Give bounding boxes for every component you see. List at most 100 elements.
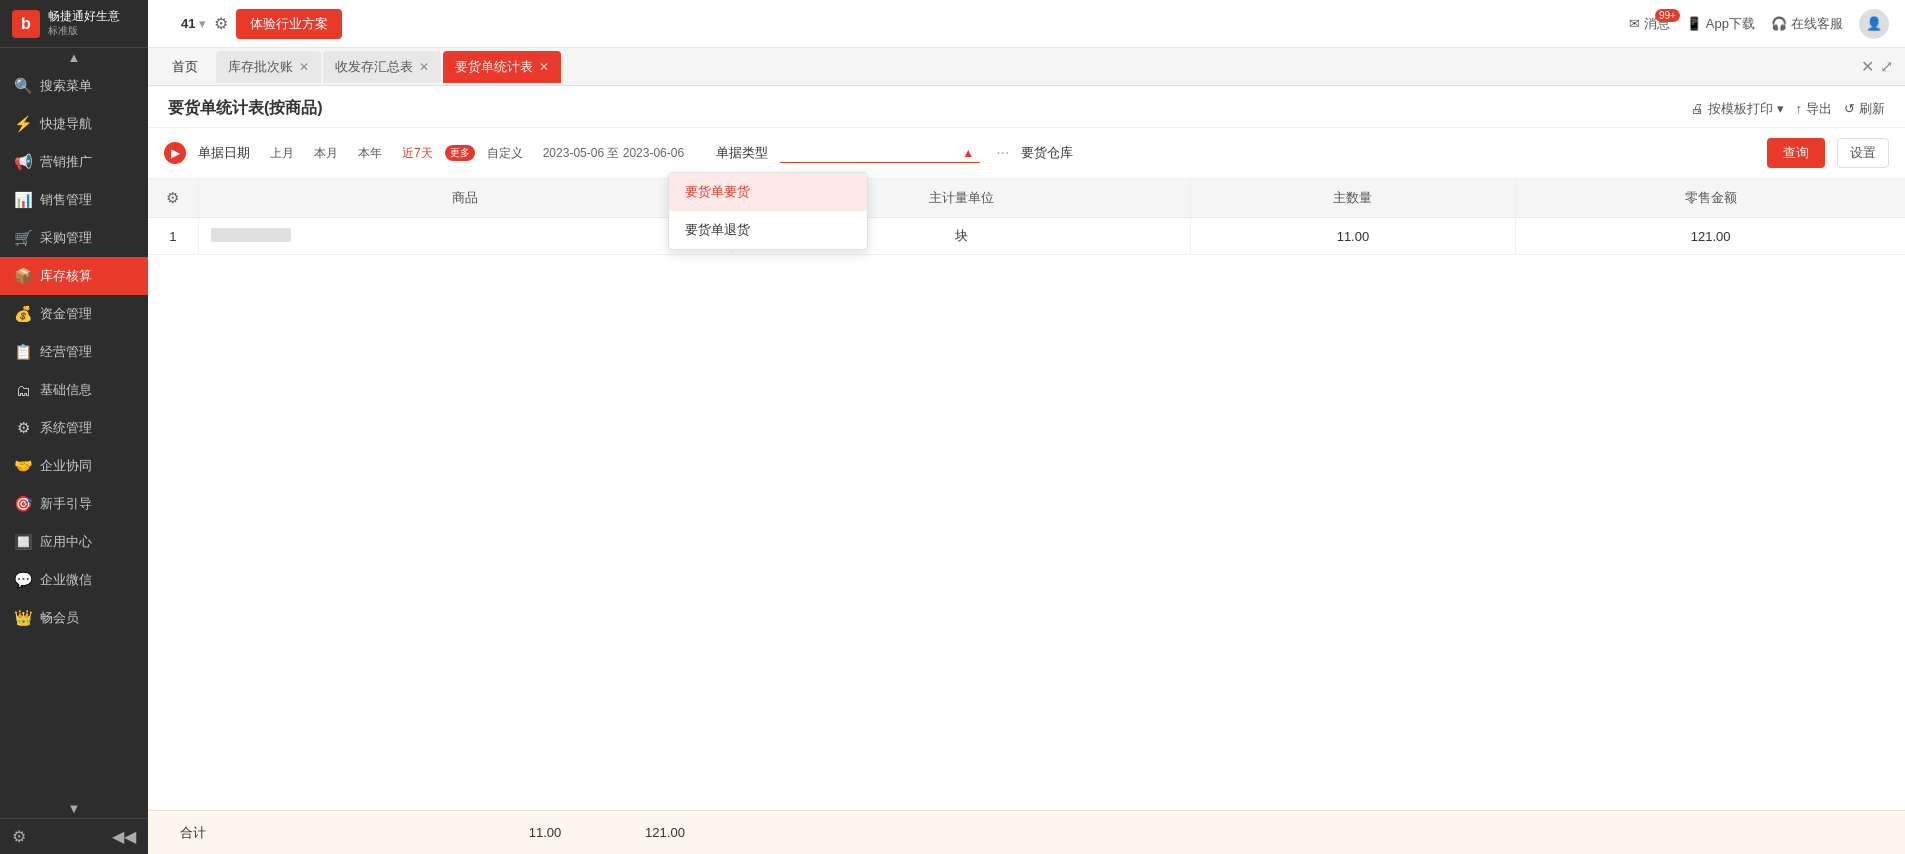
dropdown-item-order[interactable]: 要货单要货 [669, 173, 867, 211]
sidebar-item-marketing[interactable]: 📢 营销推广 [0, 143, 148, 181]
quick-nav-icon: ⚡ [14, 115, 32, 133]
tab-receive-summary[interactable]: 收发存汇总表 ✕ [323, 51, 441, 83]
type-filter-label: 单据类型 [716, 144, 768, 162]
tab-stock-batch-close-icon[interactable]: ✕ [299, 60, 309, 74]
store-selector[interactable]: 41 ▾ [164, 15, 206, 33]
filter-expand-icon: ▶ [171, 146, 180, 160]
table-wrapper: ⚙ 商品 主计量单位 主数量 零售金额 1 块 [148, 179, 1905, 810]
filter-bar: ▶ 单据日期 上月 本月 本年 近7天 更多 自定义 2023-05-06 至 … [148, 128, 1905, 179]
tab-order-stat[interactable]: 要货单统计表 ✕ [443, 51, 561, 83]
inventory-icon: 📦 [14, 267, 32, 285]
store-chevron-icon: ▾ [199, 16, 206, 31]
filter-more-icon[interactable]: ··· [996, 144, 1009, 162]
search-nav-icon: 🔍 [14, 77, 32, 95]
sidebar-item-finance[interactable]: 💰 资金管理 [0, 295, 148, 333]
filter-toggle-button[interactable]: ▶ [164, 142, 186, 164]
refresh-label: 刷新 [1859, 100, 1885, 118]
message-button[interactable]: ✉ 消息 99+ [1629, 15, 1670, 33]
date-btn-last-month[interactable]: 上月 [262, 142, 302, 165]
service-icon: 🎧 [1771, 16, 1787, 31]
dropdown-item-return[interactable]: 要货单退货 [669, 211, 867, 249]
date-btn-this-year[interactable]: 本年 [350, 142, 390, 165]
sidebar-item-purchase[interactable]: 🛒 采购管理 [0, 219, 148, 257]
app-download-button[interactable]: 📱 App下载 [1686, 15, 1755, 33]
sales-icon: 📊 [14, 191, 32, 209]
footer-qty: 11.00 [485, 825, 605, 840]
tab-stock-batch-label: 库存批次账 [228, 58, 293, 76]
cell-amount: 121.00 [1516, 218, 1905, 255]
tab-order-stat-close-icon[interactable]: ✕ [539, 60, 549, 74]
sidebar-item-wechat[interactable]: 💬 企业微信 [0, 561, 148, 599]
app-download-label: App下载 [1706, 15, 1755, 33]
sidebar-item-quick-nav[interactable]: ⚡ 快捷导航 [0, 105, 148, 143]
tab-home[interactable]: 首页 [160, 51, 210, 83]
service-button[interactable]: 🎧 在线客服 [1771, 15, 1843, 33]
app-download-icon: 📱 [1686, 16, 1702, 31]
window-close-icon[interactable]: ✕ [1861, 57, 1874, 76]
avatar-icon: 👤 [1866, 16, 1882, 31]
sidebar-item-sales[interactable]: 📊 销售管理 [0, 181, 148, 219]
cell-num: 1 [148, 218, 198, 255]
sidebar-item-label-wechat: 企业微信 [40, 571, 134, 589]
tab-stock-batch[interactable]: 库存批次账 ✕ [216, 51, 321, 83]
type-select-input[interactable] [786, 145, 962, 160]
service-label: 在线客服 [1791, 15, 1843, 33]
date-btn-this-month[interactable]: 本月 [306, 142, 346, 165]
collapse-icon[interactable]: ◀◀ [112, 827, 136, 846]
col-qty: 主数量 [1190, 179, 1516, 218]
sidebar-item-collab[interactable]: 🤝 企业协同 [0, 447, 148, 485]
date-btn-custom[interactable]: 自定义 [479, 142, 531, 165]
refresh-button[interactable]: ↺ 刷新 [1844, 100, 1885, 118]
tab-home-label: 首页 [172, 58, 198, 76]
date-btn-7days[interactable]: 近7天 [394, 142, 441, 165]
topbar-gear-icon[interactable]: ⚙ [214, 14, 228, 33]
setting-button[interactable]: 设置 [1837, 138, 1889, 168]
user-avatar[interactable]: 👤 [1859, 9, 1889, 39]
sidebar: b 畅捷通好生意 标准版 ▲ 🔍 搜索菜单 ⚡ 快捷导航 📢 营销推广 📊 销售… [0, 0, 148, 854]
sidebar-item-basic[interactable]: 🗂 基础信息 [0, 371, 148, 409]
basic-icon: 🗂 [14, 382, 32, 399]
tab-receive-summary-label: 收发存汇总表 [335, 58, 413, 76]
trial-button[interactable]: 体验行业方案 [236, 9, 342, 39]
collab-icon: 🤝 [14, 457, 32, 475]
appstore-icon: 🔲 [14, 533, 32, 551]
page-actions: 🖨 按模板打印 ▾ ↑ 导出 ↺ 刷新 [1691, 100, 1886, 118]
col-amount: 零售金额 [1516, 179, 1905, 218]
sidebar-scroll-up[interactable]: ▲ [0, 48, 148, 67]
sidebar-item-system[interactable]: ⚙ 系统管理 [0, 409, 148, 447]
more-date-badge[interactable]: 更多 [445, 145, 475, 161]
query-button[interactable]: 查询 [1767, 138, 1825, 168]
page-title: 要货单统计表(按商品) [168, 98, 323, 119]
guide-icon: 🎯 [14, 495, 32, 513]
sidebar-item-label-basic: 基础信息 [40, 381, 134, 399]
sidebar-item-operation[interactable]: 📋 经营管理 [0, 333, 148, 371]
export-label: 导出 [1806, 100, 1832, 118]
sidebar-item-appstore[interactable]: 🔲 应用中心 [0, 523, 148, 561]
sidebar-scroll-down[interactable]: ▼ [0, 799, 148, 818]
col-settings: ⚙ [148, 179, 198, 218]
table-settings-icon[interactable]: ⚙ [166, 189, 179, 206]
print-label: 按模板打印 [1708, 100, 1773, 118]
page-content: 要货单统计表(按商品) 🖨 按模板打印 ▾ ↑ 导出 ↺ 刷新 [148, 86, 1905, 854]
sidebar-item-guide[interactable]: 🎯 新手引导 [0, 485, 148, 523]
tab-order-stat-label: 要货单统计表 [455, 58, 533, 76]
settings-icon[interactable]: ⚙ [12, 827, 26, 846]
window-expand-icon[interactable]: ⤢ [1880, 57, 1893, 76]
sidebar-item-label-purchase: 采购管理 [40, 229, 134, 247]
export-button[interactable]: ↑ 导出 [1796, 100, 1833, 118]
tab-receive-summary-close-icon[interactable]: ✕ [419, 60, 429, 74]
tabs-window-controls: ✕ ⤢ [1861, 57, 1893, 76]
sidebar-item-label-guide: 新手引导 [40, 495, 134, 513]
dropdown-item-order-label: 要货单要货 [685, 184, 750, 199]
sidebar-item-search[interactable]: 🔍 搜索菜单 [0, 67, 148, 105]
print-button[interactable]: 🖨 按模板打印 ▾ [1691, 100, 1784, 118]
sidebar-item-label-finance: 资金管理 [40, 305, 134, 323]
message-icon: ✉ [1629, 16, 1640, 31]
cell-product [198, 218, 732, 255]
message-badge: 99+ [1655, 9, 1680, 22]
type-select-chevron-icon[interactable]: ▲ [962, 146, 974, 160]
finance-icon: 💰 [14, 305, 32, 323]
sidebar-item-member[interactable]: 👑 畅会员 [0, 599, 148, 637]
sidebar-item-inventory[interactable]: 📦 库存核算 [0, 257, 148, 295]
sidebar-item-label-member: 畅会员 [40, 609, 134, 627]
